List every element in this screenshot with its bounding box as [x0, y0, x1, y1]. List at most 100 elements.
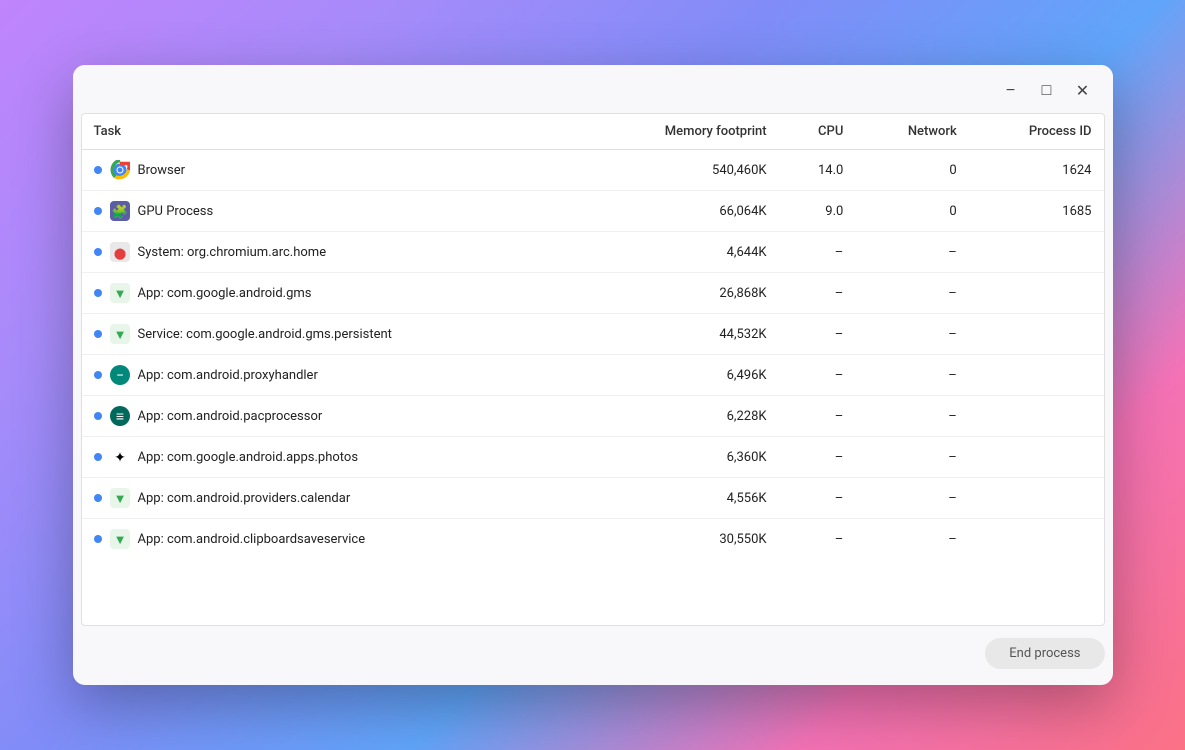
task-cell: ✦ App: com.google.android.apps.photos [82, 437, 583, 478]
pid-cell [969, 396, 1104, 437]
col-header-task[interactable]: Task [82, 114, 583, 150]
maximize-button[interactable]: □ [1033, 77, 1061, 105]
memory-cell: 66,064K [583, 191, 779, 232]
network-cell: – [855, 273, 968, 314]
memory-cell: 6,360K [583, 437, 779, 478]
col-header-pid[interactable]: Process ID [969, 114, 1104, 150]
table-row[interactable]: ▼ App: com.google.android.gms 26,868K – … [82, 273, 1104, 314]
memory-cell: 30,550K [583, 519, 779, 560]
cpu-cell: 9.0 [779, 191, 856, 232]
task-table-container[interactable]: Task Memory footprint CPU Network Proces… [81, 113, 1105, 626]
task-icon-calendar: ▼ [110, 488, 130, 508]
status-dot [94, 535, 102, 543]
network-cell: – [855, 232, 968, 273]
network-cell: – [855, 314, 968, 355]
cpu-cell: 14.0 [779, 150, 856, 191]
network-cell: – [855, 355, 968, 396]
pid-cell: 1624 [969, 150, 1104, 191]
task-name: App: com.android.proxyhandler [138, 368, 318, 383]
task-name: Service: com.google.android.gms.persiste… [138, 327, 392, 342]
cpu-cell: – [779, 273, 856, 314]
col-header-cpu[interactable]: CPU [779, 114, 856, 150]
task-cell: ▼ Service: com.google.android.gms.persis… [82, 314, 583, 355]
task-icon-puzzle: 🧩 [110, 201, 130, 221]
pid-cell [969, 437, 1104, 478]
svg-text:▼: ▼ [113, 287, 126, 302]
col-header-network[interactable]: Network [855, 114, 968, 150]
cpu-cell: – [779, 314, 856, 355]
task-icon-android2: ▼ [110, 529, 130, 549]
table-row[interactable]: ▼ App: com.android.providers.calendar 4,… [82, 478, 1104, 519]
task-icon-arc: ⬤ [110, 242, 130, 262]
table-row[interactable]: ▼ Service: com.google.android.gms.persis… [82, 314, 1104, 355]
memory-cell: 44,532K [583, 314, 779, 355]
minimize-button[interactable]: − [997, 77, 1025, 105]
network-cell: – [855, 478, 968, 519]
memory-cell: 6,496K [583, 355, 779, 396]
task-cell: 🧩 GPU Process [82, 191, 583, 232]
status-dot [94, 453, 102, 461]
task-icon-android_teal: − [110, 365, 130, 385]
task-cell: Browser [82, 150, 583, 191]
status-dot [94, 330, 102, 338]
table-row[interactable]: ≡ App: com.android.pacprocessor 6,228K –… [82, 396, 1104, 437]
task-name: App: com.android.providers.calendar [138, 491, 351, 506]
pid-cell [969, 232, 1104, 273]
col-header-memory[interactable]: Memory footprint [583, 114, 779, 150]
task-icon-android: ▼ [110, 324, 130, 344]
cpu-cell: – [779, 396, 856, 437]
network-cell: – [855, 519, 968, 560]
table-row[interactable]: 🧩 GPU Process 66,064K 9.0 0 1685 [82, 191, 1104, 232]
main-content: Task Memory footprint CPU Network Proces… [73, 113, 1113, 626]
cpu-cell: – [779, 519, 856, 560]
memory-cell: 540,460K [583, 150, 779, 191]
footer: End process [73, 626, 1113, 685]
status-dot [94, 289, 102, 297]
table-row[interactable]: ✦ App: com.google.android.apps.photos 6,… [82, 437, 1104, 478]
end-process-button[interactable]: End process [985, 638, 1104, 669]
svg-text:▼: ▼ [113, 328, 126, 343]
task-icon-android_teal2: ≡ [110, 406, 130, 426]
task-icon-photos: ✦ [110, 447, 130, 467]
status-dot [94, 207, 102, 215]
close-button[interactable]: ✕ [1069, 77, 1097, 105]
pid-cell [969, 273, 1104, 314]
memory-cell: 4,556K [583, 478, 779, 519]
task-table: Task Memory footprint CPU Network Proces… [82, 114, 1104, 559]
pid-cell [969, 355, 1104, 396]
task-icon-chrome [110, 160, 130, 180]
status-dot [94, 371, 102, 379]
network-cell: 0 [855, 150, 968, 191]
svg-text:≡: ≡ [115, 409, 123, 425]
network-cell: – [855, 396, 968, 437]
status-dot [94, 494, 102, 502]
task-name: App: com.google.android.apps.photos [138, 450, 359, 465]
pid-cell [969, 314, 1104, 355]
task-name: Browser [138, 163, 186, 178]
svg-text:−: − [115, 368, 123, 384]
status-dot [94, 166, 102, 174]
task-cell: ⬤ System: org.chromium.arc.home [82, 232, 583, 273]
pid-cell [969, 478, 1104, 519]
task-cell: ≡ App: com.android.pacprocessor [82, 396, 583, 437]
memory-cell: 6,228K [583, 396, 779, 437]
svg-text:⬤: ⬤ [113, 247, 125, 260]
table-row[interactable]: Browser 540,460K 14.0 0 1624 [82, 150, 1104, 191]
network-cell: 0 [855, 191, 968, 232]
table-row[interactable]: ⬤ System: org.chromium.arc.home 4,644K –… [82, 232, 1104, 273]
task-name: App: com.google.android.gms [138, 286, 312, 301]
task-cell: ▼ App: com.android.clipboardsaveservice [82, 519, 583, 560]
table-row[interactable]: − App: com.android.proxyhandler 6,496K –… [82, 355, 1104, 396]
task-name: App: com.android.pacprocessor [138, 409, 323, 424]
task-name: GPU Process [138, 204, 214, 219]
table-row[interactable]: ▼ App: com.android.clipboardsaveservice … [82, 519, 1104, 560]
task-name: App: com.android.clipboardsaveservice [138, 532, 366, 547]
memory-cell: 4,644K [583, 232, 779, 273]
cpu-cell: – [779, 232, 856, 273]
table-header-row: Task Memory footprint CPU Network Proces… [82, 114, 1104, 150]
task-name: System: org.chromium.arc.home [138, 245, 327, 260]
svg-text:✦: ✦ [114, 450, 126, 466]
status-dot [94, 248, 102, 256]
memory-cell: 26,868K [583, 273, 779, 314]
network-cell: – [855, 437, 968, 478]
